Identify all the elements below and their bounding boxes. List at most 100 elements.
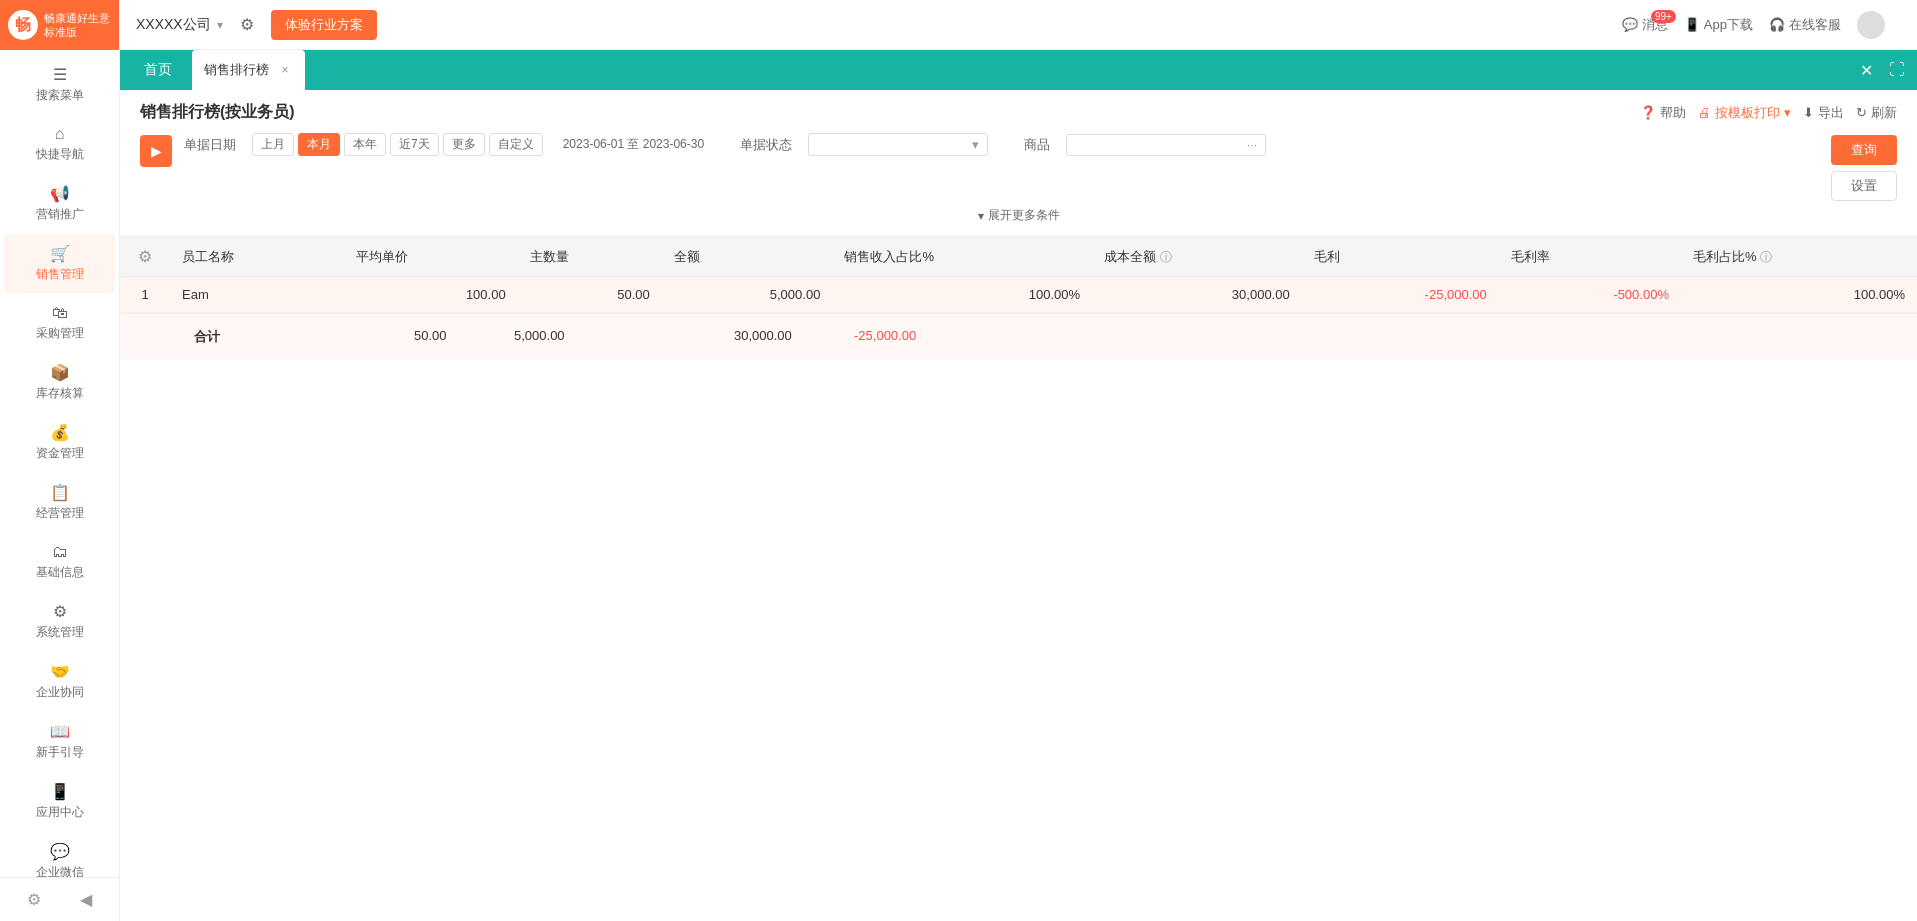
print-button[interactable]: 🖨 按模板打印 ▾ (1698, 104, 1791, 122)
sidebar-item-sales[interactable]: 🛒 销售管理 (4, 234, 115, 293)
tabbar-right: ✕ ⛶ (1856, 57, 1909, 84)
export-button[interactable]: ⬇ 导出 (1803, 104, 1844, 122)
more-date-btn[interactable]: 更多 (443, 133, 485, 156)
sidebar-item-inventory[interactable]: 📦 库存核算 (4, 353, 115, 412)
app-download-button[interactable]: 📱 App下载 (1684, 16, 1753, 34)
table-col-settings[interactable]: ⚙ (120, 237, 170, 277)
last7days-btn[interactable]: 近7天 (390, 133, 439, 156)
page-title-row: 销售排行榜(按业务员) ❓ 帮助 🖨 按模板打印 ▾ ⬇ 导出 (140, 102, 1897, 123)
this-month-btn[interactable]: 本月 (298, 133, 340, 156)
online-service-button[interactable]: 🎧 在线客服 (1769, 16, 1841, 34)
date-range: 2023-06-01 至 2023-06-30 (563, 136, 704, 153)
tabbar-close-icon[interactable]: ✕ (1856, 57, 1877, 84)
nav-label-quick-nav: 快捷导航 (36, 146, 84, 163)
tab-close-icon[interactable]: × (277, 62, 293, 78)
tabbar: 首页 销售排行榜 × ✕ ⛶ (120, 50, 1917, 90)
nav-label-finance: 资金管理 (36, 445, 84, 462)
profit-pct-help-icon[interactable]: ⓘ (1760, 250, 1772, 264)
message-badge: 99+ (1651, 10, 1676, 23)
this-year-btn[interactable]: 本年 (344, 133, 386, 156)
footer-main-qty: 50.00 (402, 324, 502, 350)
sidebar-item-quick-nav[interactable]: ⌂ 快捷导航 (4, 115, 115, 173)
footer-profit-rate (962, 324, 1062, 350)
cell-profit-pct: 100.00% (1681, 277, 1917, 313)
cost-help-icon[interactable]: ⓘ (1160, 250, 1172, 264)
help-icon: ❓ (1640, 105, 1656, 120)
last-month-btn[interactable]: 上月 (252, 133, 294, 156)
refresh-button[interactable]: ↻ 刷新 (1856, 104, 1897, 122)
message-icon: 💬 (1622, 17, 1638, 32)
product-select[interactable]: ··· (1066, 134, 1266, 156)
sidebar-item-wechat[interactable]: 💬 企业微信 (4, 832, 115, 877)
nav-icon-operations: 📋 (50, 483, 70, 502)
nav-label-sales: 销售管理 (36, 266, 84, 283)
nav-icon-sales: 🛒 (50, 244, 70, 263)
company-selector[interactable]: XXXXX公司 ▾ (136, 16, 223, 34)
help-button[interactable]: ❓ 帮助 (1640, 104, 1686, 122)
tab-active-label: 销售排行榜 (204, 61, 269, 79)
nav-label-onboarding: 新手引导 (36, 744, 84, 761)
sidebar-item-finance[interactable]: 💰 资金管理 (4, 413, 115, 472)
sidebar-item-enterprise[interactable]: 🤝 企业协同 (4, 652, 115, 711)
table-row: 1 Eam 100.00 50.00 5,000.00 100.00% 30,0… (120, 277, 1917, 313)
trial-button[interactable]: 体验行业方案 (271, 10, 377, 40)
expand-conditions-btn[interactable]: ▾ 展开更多条件 (978, 207, 1060, 224)
nav-icon-inventory: 📦 (50, 363, 70, 382)
nav-icon-wechat: 💬 (50, 842, 70, 861)
cell-cost-amount: 30,000.00 (1092, 277, 1302, 313)
logo-icon: 畅 (8, 10, 38, 40)
sidebar-item-purchase[interactable]: 🛍 采购管理 (4, 294, 115, 352)
tab-home[interactable]: 首页 (128, 50, 188, 90)
table-col-name: 员工名称 (170, 237, 344, 277)
tabbar-fullscreen-icon[interactable]: ⛶ (1885, 57, 1909, 83)
settings-button[interactable]: 设置 (1831, 171, 1897, 201)
nav-icon-onboarding: 📖 (50, 722, 70, 741)
table-header-row: ⚙ 员工名称 平均单价 主数量 全额 销售收入占比% 成本全额 ⓘ 毛利 毛利率… (120, 237, 1917, 277)
filter-buttons: 查询 设置 (1831, 133, 1897, 201)
footer-avg-price (302, 324, 402, 350)
date-label: 单据日期 (184, 136, 236, 154)
message-button[interactable]: 💬 消息 99+ (1622, 16, 1668, 34)
nav-icon-basic-info: 🗂 (52, 543, 68, 561)
custom-date-btn[interactable]: 自定义 (489, 133, 543, 156)
table-col-main-qty: 主数量 (518, 237, 662, 277)
cell-profit: -25,000.00 (1302, 277, 1499, 313)
sidebar-settings-icon[interactable]: ⚙ (23, 886, 45, 913)
export-icon: ⬇ (1803, 105, 1814, 120)
nav-icon-purchase: 🛍 (52, 304, 68, 322)
nav-icon-marketing: 📢 (50, 184, 70, 203)
nav-icon-app-center: 📱 (50, 782, 70, 801)
sidebar-item-system[interactable]: ⚙ 系统管理 (4, 592, 115, 651)
nav-label-inventory: 库存核算 (36, 385, 84, 402)
nav-label-operations: 经营管理 (36, 505, 84, 522)
sidebar-item-onboarding[interactable]: 📖 新手引导 (4, 712, 115, 771)
table-footer: 合计 50.00 5,000.00 30,000.00 -25,000.00 (120, 313, 1917, 360)
sidebar: 畅 畅康通好生意 标准版 ☰ 搜索菜单 ⌂ 快捷导航 📢 营销推广 🛒 销售管理… (0, 0, 120, 921)
topbar-settings-icon[interactable]: ⚙ (233, 11, 261, 39)
table-settings-icon[interactable]: ⚙ (138, 248, 152, 265)
table-col-amount: 全额 (662, 237, 833, 277)
expand-row: ▾ 展开更多条件 (140, 201, 1897, 232)
nav-label-enterprise: 企业协同 (36, 684, 84, 701)
status-select[interactable]: ▾ (808, 133, 988, 156)
sidebar-item-app-center[interactable]: 📱 应用中心 (4, 772, 115, 831)
query-button[interactable]: 查询 (1831, 135, 1897, 165)
logo: 畅 畅康通好生意 标准版 (0, 0, 119, 50)
filter-expand-btn[interactable]: ▶ (140, 135, 172, 167)
company-chevron-icon: ▾ (217, 18, 223, 32)
table-col-cost-amount: 成本全额 ⓘ (1092, 237, 1302, 277)
sidebar-collapse-icon[interactable]: ◀ (76, 886, 96, 913)
page-title: 销售排行榜(按业务员) (140, 102, 295, 123)
sidebar-item-basic-info[interactable]: 🗂 基础信息 (4, 533, 115, 591)
sidebar-item-operations[interactable]: 📋 经营管理 (4, 473, 115, 532)
sidebar-item-search[interactable]: ☰ 搜索菜单 (4, 55, 115, 114)
nav-label-search: 搜索菜单 (36, 87, 84, 104)
nav-label-app-center: 应用中心 (36, 804, 84, 821)
tab-sales-ranking[interactable]: 销售排行榜 × (192, 50, 305, 90)
footer-label: 合计 (182, 324, 302, 350)
filters: ▶ 单据日期 上月 本月 本年 近7天 更多 (140, 133, 1897, 236)
sidebar-item-marketing[interactable]: 📢 营销推广 (4, 174, 115, 233)
topbar: XXXXX公司 ▾ ⚙ 体验行业方案 💬 消息 99+ 📱 App下载 🎧 在线… (120, 0, 1917, 50)
nav-label-marketing: 营销推广 (36, 206, 84, 223)
avatar[interactable] (1857, 11, 1885, 39)
